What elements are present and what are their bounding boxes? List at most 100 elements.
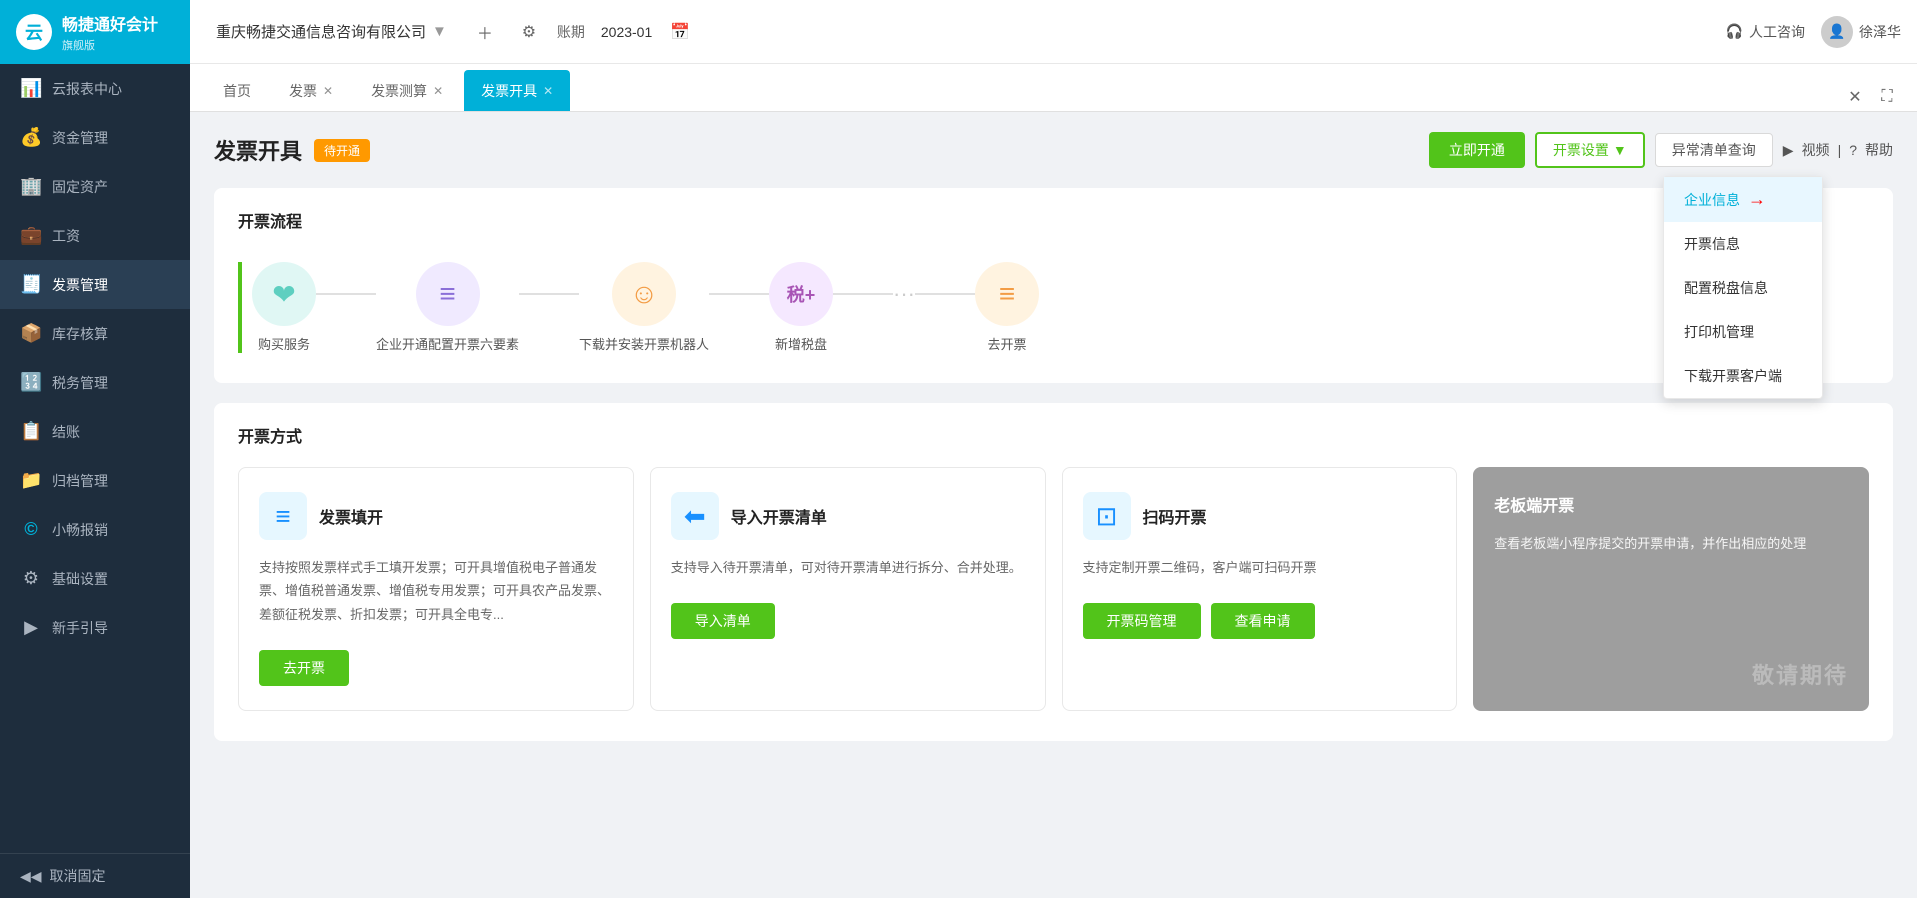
sidebar-item-label: 基础设置 [52, 569, 108, 589]
scan-btn2[interactable]: 查看申请 [1211, 603, 1315, 639]
gongzi-icon: 💼 [20, 225, 42, 246]
company-name: 重庆畅捷交通信息咨询有限公司 [216, 21, 426, 42]
sidebar-item-yunbao[interactable]: 📊 云报表中心 [0, 64, 190, 113]
fapiao-icon: 🧾 [20, 274, 42, 295]
sidebar-item-xinshouyindao[interactable]: ▶ 新手引导 [0, 603, 190, 652]
tab-close-icon[interactable]: ✕ [433, 84, 443, 98]
anomaly-button[interactable]: 异常清单查询 [1655, 133, 1773, 167]
video-label[interactable]: 视频 [1802, 140, 1830, 160]
tab-fapiaokuiju[interactable]: 发票开具 ✕ [464, 70, 570, 111]
method-card-header: ⊡ 扫码开票 [1083, 492, 1437, 540]
arrow-icon: → [1748, 189, 1766, 210]
avatar: 👤 [1821, 16, 1853, 48]
tab-fapiao[interactable]: 发票 ✕ [272, 70, 350, 111]
add-button[interactable]: ＋ [469, 16, 501, 48]
shuiwu-icon: 🔢 [20, 372, 42, 393]
help-label[interactable]: 帮助 [1865, 140, 1893, 160]
invoice-label: 去开票 [988, 334, 1027, 353]
app-logo: 云 畅捷通好会计 旗舰版 [0, 0, 190, 64]
import-btn[interactable]: 导入清单 [671, 603, 775, 639]
page-title-area: 发票开具 待开通 [214, 134, 370, 166]
tab-fapiaokuiju-label: 发票开具 [481, 81, 537, 101]
dropdown-item-peizhi[interactable]: 配置税盘信息 [1664, 266, 1822, 310]
manual-btn[interactable]: 去开票 [259, 650, 349, 686]
install-icon: ☺ [612, 262, 676, 326]
sidebar-item-gongzi[interactable]: 💼 工资 [0, 211, 190, 260]
period-value: 2023-01 [601, 24, 652, 40]
sidebar-item-shuiwu[interactable]: 🔢 税务管理 [0, 358, 190, 407]
sidebar-item-zijin[interactable]: 💰 资金管理 [0, 113, 190, 162]
calendar-icon[interactable]: 📅 [664, 16, 696, 48]
gudingzichan-icon: 🏢 [20, 176, 42, 197]
page-actions: 立即开通 开票设置 ▼ 异常清单查询 ▶ 视频 | ? 帮助 企业信息 [1429, 132, 1893, 168]
scan-icon: ⊡ [1083, 492, 1131, 540]
status-badge: 待开通 [314, 139, 370, 162]
page-title: 发票开具 [214, 134, 302, 166]
method-card-boss: 老板端开票 查看老板端小程序提交的开票申请，并作出相应的处理 敬请期待 [1473, 467, 1869, 711]
tab-bar: 首页 发票 ✕ 发票测算 ✕ 发票开具 ✕ ✕ ⛶ [190, 64, 1917, 112]
company-selector[interactable]: 重庆畅捷交通信息咨询有限公司 ▼ [206, 15, 457, 48]
xiaochang-icon: © [20, 519, 42, 540]
user-area[interactable]: 👤 徐泽华 [1821, 16, 1901, 48]
sidebar-item-kucun[interactable]: 📦 库存核算 [0, 309, 190, 358]
close-window-button[interactable]: ✕ [1841, 83, 1869, 111]
page-header: 发票开具 待开通 立即开通 开票设置 ▼ 异常清单查询 ▶ 视频 | ? 帮助 [214, 132, 1893, 168]
sidebar-item-label: 归档管理 [52, 471, 108, 491]
pin-icon: ◀◀ [20, 868, 42, 885]
sidebar-item-fapiao[interactable]: 🧾 发票管理 [0, 260, 190, 309]
flow-step-config: ≡ 企业开通配置开票六要素 [376, 262, 519, 353]
scan-desc: 支持定制开票二维码，客户端可扫码开票 [1083, 556, 1437, 579]
top-header: 重庆畅捷交通信息咨询有限公司 ▼ ＋ ⚙ 账期 2023-01 📅 🎧 人工咨询… [190, 0, 1917, 64]
activate-button[interactable]: 立即开通 [1429, 132, 1525, 168]
settings-dropdown: 企业信息 → 开票信息 配置税盘信息 打印机管理 下载开票客户端 [1663, 176, 1823, 399]
methods-section: 开票方式 ≡ 发票填开 支持按照发票样式手工填开发票；可开具增值税电子普通发票、… [214, 403, 1893, 741]
sidebar-nav: 📊 云报表中心 💰 资金管理 🏢 固定资产 💼 工资 🧾 发票管理 📦 库存核算… [0, 64, 190, 853]
sidebar-item-xiaochang[interactable]: © 小畅报销 [0, 505, 190, 554]
kucun-icon: 📦 [20, 323, 42, 344]
flow-line [519, 293, 579, 295]
import-title: 导入开票清单 [731, 504, 827, 528]
sidebar-item-gudingzichan[interactable]: 🏢 固定资产 [0, 162, 190, 211]
flow-section-title: 开票流程 [238, 208, 1869, 232]
tab-fapiao-label: 发票 [289, 81, 317, 101]
logo-icon: 云 [16, 14, 52, 50]
content-area: 发票开具 待开通 立即开通 开票设置 ▼ 异常清单查询 ▶ 视频 | ? 帮助 [190, 112, 1917, 898]
tab-close-icon[interactable]: ✕ [543, 84, 553, 98]
sidebar-item-guidang[interactable]: 📁 归档管理 [0, 456, 190, 505]
buy-icon: ❤ [252, 262, 316, 326]
dropdown-item-kaipiao[interactable]: 开票信息 [1664, 222, 1822, 266]
manual-desc: 支持按照发票样式手工填开发票；可开具增值税电子普通发票、增值税普通发票、增值税专… [259, 556, 613, 626]
tab-home[interactable]: 首页 [206, 70, 268, 111]
sidebar-item-label: 云报表中心 [52, 79, 122, 99]
app-edition: 旗舰版 [62, 37, 158, 53]
dropdown-item-qiye[interactable]: 企业信息 → [1664, 177, 1822, 222]
jichushezhi-icon: ⚙ [20, 568, 42, 589]
flow-step-buy: ❤ 购买服务 [238, 262, 316, 353]
import-desc: 支持导入待开票清单，可对待开票清单进行拆分、合并处理。 [671, 556, 1025, 579]
tab-close-icon[interactable]: ✕ [323, 84, 333, 98]
flow-section: 开票流程 ❤ 购买服务 ≡ [214, 188, 1893, 383]
maximize-window-button[interactable]: ⛶ [1873, 83, 1901, 111]
support-btn[interactable]: 🎧 人工咨询 [1726, 22, 1805, 42]
flow-step-install: ☺ 下载并安装开票机器人 [579, 262, 709, 353]
dropdown-item-xiazai[interactable]: 下载开票客户端 [1664, 354, 1822, 398]
sidebar-item-label: 小畅报销 [52, 520, 108, 540]
method-card-import: ⬅ 导入开票清单 支持导入待开票清单，可对待开票清单进行拆分、合并处理。 导入清… [650, 467, 1046, 711]
sidebar-cancel-pin[interactable]: ◀◀ 取消固定 [0, 853, 190, 898]
sidebar-item-label: 工资 [52, 226, 80, 246]
sidebar-item-jichushezhi[interactable]: ⚙ 基础设置 [0, 554, 190, 603]
method-card-header: ≡ 发票填开 [259, 492, 613, 540]
settings-icon[interactable]: ⚙ [513, 16, 545, 48]
scan-btn1[interactable]: 开票码管理 [1083, 603, 1201, 639]
flow-step-content: ❤ 购买服务 [252, 262, 316, 353]
methods-section-title: 开票方式 [238, 423, 1869, 447]
dropdown-item-dayinji[interactable]: 打印机管理 [1664, 310, 1822, 354]
sidebar-item-label: 资金管理 [52, 128, 108, 148]
tab-fapiaosuansuan[interactable]: 发票测算 ✕ [354, 70, 460, 111]
method-card-manual: ≡ 发票填开 支持按照发票样式手工填开发票；可开具增值税电子普通发票、增值税普通… [238, 467, 634, 711]
settings-button[interactable]: 开票设置 ▼ [1535, 132, 1645, 168]
cancel-pin-label: 取消固定 [50, 866, 106, 886]
sidebar-item-jiezhang[interactable]: 📋 结账 [0, 407, 190, 456]
buy-label: 购买服务 [258, 334, 310, 353]
sidebar: 云 畅捷通好会计 旗舰版 📊 云报表中心 💰 资金管理 🏢 固定资产 💼 工资 … [0, 0, 190, 898]
